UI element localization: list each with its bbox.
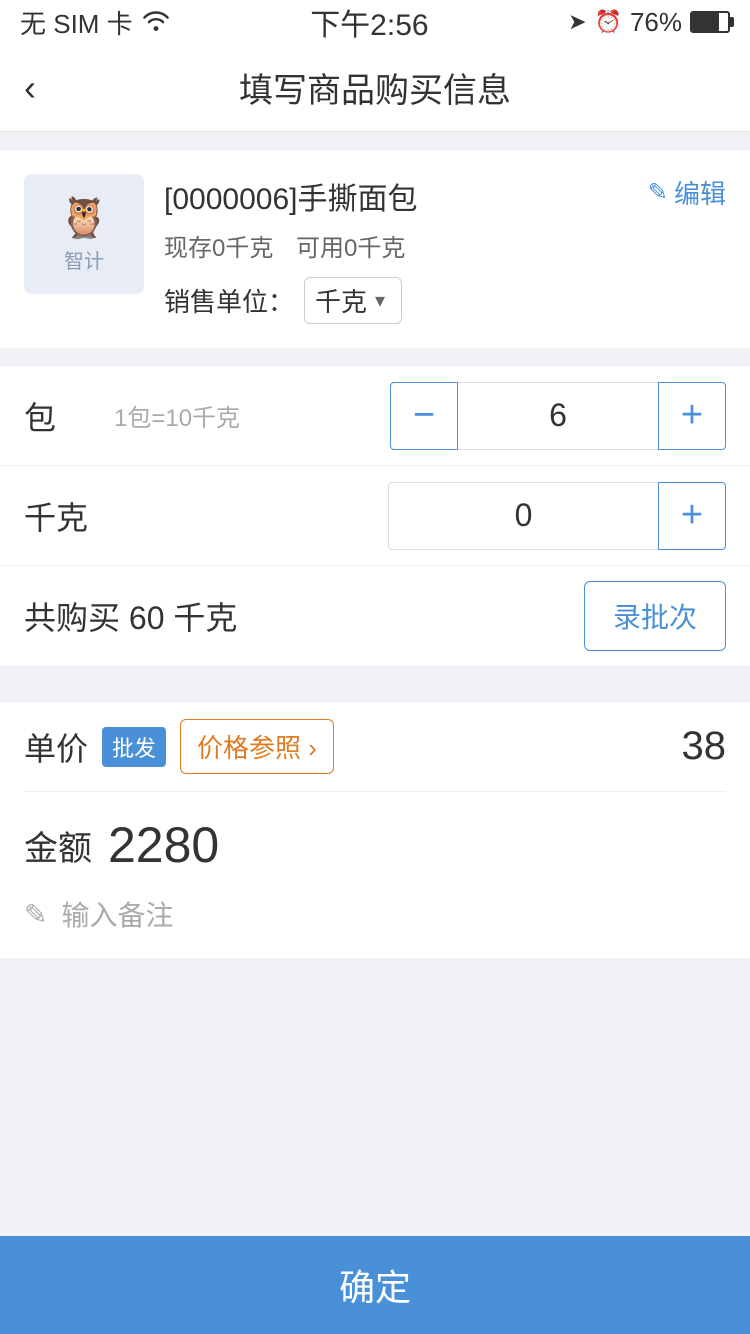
- status-left: 无 SIM 卡: [20, 4, 171, 41]
- confirm-bar[interactable]: 确定: [0, 1236, 750, 1334]
- package-label: 包: [24, 393, 104, 439]
- amount-value: 2280: [108, 816, 219, 874]
- status-right: ➤ ⏰ 76%: [568, 7, 730, 38]
- nav-bar: ‹ 填写商品购买信息: [0, 44, 750, 132]
- amount-label: 金额: [24, 821, 92, 870]
- back-button[interactable]: ‹: [24, 67, 36, 109]
- product-info: [0000006]手撕面包 现存0千克 可用0千克 销售单位： 千克 ▾: [164, 174, 726, 324]
- package-controls: − +: [390, 382, 726, 450]
- unit-dropdown[interactable]: 千克 ▾: [304, 277, 402, 324]
- confirm-button-label: 确定: [339, 1259, 411, 1311]
- remark-placeholder: 输入备注: [61, 894, 173, 934]
- product-section: 🦉 智计 [0000006]手撕面包 现存0千克 可用0千克 销售单位： 千克 …: [0, 150, 750, 348]
- input-section: 包 1包=10千克 − + 千克 +: [0, 366, 750, 566]
- kg-input-row: 千克 +: [0, 466, 750, 566]
- alarm-icon: ⏰: [595, 9, 622, 35]
- kg-input[interactable]: [388, 482, 658, 550]
- package-input[interactable]: [458, 382, 658, 450]
- product-thumb-label: 智计: [64, 245, 104, 274]
- edit-icon: ✎: [648, 178, 668, 207]
- price-value: 38: [682, 724, 727, 769]
- time-display: 下午2:56: [310, 0, 428, 44]
- available-text: 可用0千克: [296, 235, 405, 262]
- page-title: 填写商品购买信息: [239, 63, 511, 112]
- kg-controls: +: [388, 482, 726, 550]
- kg-plus-button[interactable]: +: [658, 482, 726, 550]
- product-stock: 现存0千克 可用0千克: [164, 228, 726, 263]
- product-thumbnail: 🦉 智计: [24, 174, 144, 294]
- total-row: 共购买 60 千克 录批次: [0, 566, 750, 666]
- amount-section: 金额 2280 ✎ 输入备注: [0, 792, 750, 958]
- separator-1: [0, 666, 750, 684]
- price-tag: 批发: [102, 727, 166, 767]
- price-section: 单价 批发 价格参照 › 38: [0, 702, 750, 792]
- package-plus-button[interactable]: +: [658, 382, 726, 450]
- package-input-row: 包 1包=10千克 − +: [0, 366, 750, 466]
- record-batch-button[interactable]: 录批次: [584, 581, 726, 651]
- unit-value: 千克: [315, 282, 367, 319]
- remark-row[interactable]: ✎ 输入备注: [24, 894, 726, 958]
- status-bar: 无 SIM 卡 下午2:56 ➤ ⏰ 76%: [0, 0, 750, 44]
- unit-label: 销售单位：: [164, 282, 294, 319]
- package-minus-button[interactable]: −: [390, 382, 458, 450]
- stock-text: 现存0千克: [164, 235, 273, 262]
- price-ref-label: 价格参照 ›: [197, 728, 317, 765]
- edit-label: 编辑: [674, 174, 726, 211]
- price-label: 单价: [24, 724, 88, 770]
- package-hint: 1包=10千克: [114, 398, 390, 433]
- dropdown-arrow-icon: ▾: [375, 288, 385, 313]
- total-label: 共购买 60 千克: [24, 593, 237, 639]
- battery-icon: [690, 11, 730, 33]
- product-logo: 🦉: [59, 194, 109, 241]
- carrier-text: 无 SIM 卡: [20, 4, 133, 41]
- price-row: 单价 批发 价格参照 › 38: [24, 702, 726, 792]
- edit-button[interactable]: ✎ 编辑: [648, 174, 726, 211]
- kg-label: 千克: [24, 493, 104, 539]
- price-reference-button[interactable]: 价格参照 ›: [180, 719, 334, 774]
- wifi-icon: [141, 7, 171, 38]
- content-spacer: [0, 958, 750, 1158]
- battery-text: 76%: [630, 7, 682, 38]
- location-icon: ➤: [568, 9, 586, 35]
- product-name: [0000006]手撕面包: [164, 174, 726, 218]
- pencil-icon: ✎: [24, 898, 47, 931]
- amount-row: 金额 2280: [24, 816, 726, 874]
- product-unit-row: 销售单位： 千克 ▾: [164, 277, 726, 324]
